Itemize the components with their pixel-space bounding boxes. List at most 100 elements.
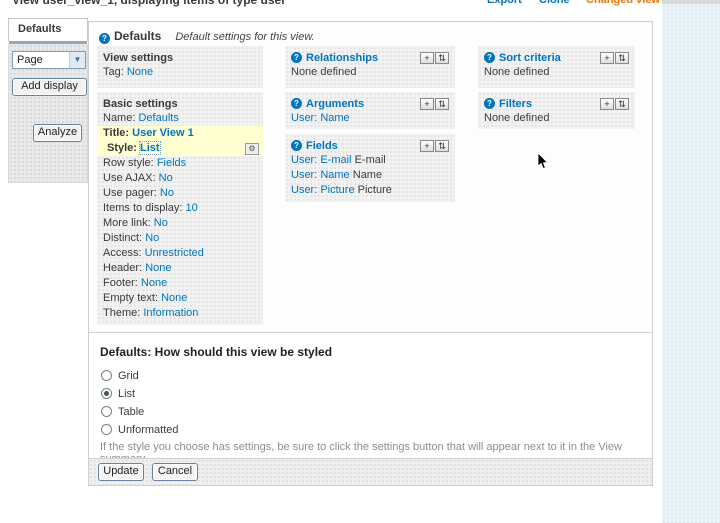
setting-value-link[interactable]: 10 [186,202,198,214]
setting-row-more-link: More link: No [103,216,257,231]
help-icon[interactable]: ? [291,98,302,109]
export-link[interactable]: Export [487,0,522,6]
add-relationship-icon[interactable]: + [420,52,434,64]
add-display-button[interactable]: Add display [12,78,87,96]
setting-row-row-style: Row style: Fields [103,156,257,171]
help-icon[interactable]: ? [291,52,302,63]
update-button[interactable]: Update [98,463,144,481]
setting-label: Name: [103,112,135,124]
setting-row-style: Style: List ⚙ [97,141,263,156]
clone-link[interactable]: Clone [539,0,570,6]
add-filter-icon[interactable]: + [600,98,614,110]
view-settings-row: Tag: None [103,65,257,80]
rearrange-arguments-icon[interactable]: ⇅ [435,98,449,110]
add-field-icon[interactable]: + [420,140,434,152]
argument-item-link[interactable]: User: Name [291,112,350,124]
filters-title-link[interactable]: Filters [499,97,532,111]
radio-circle[interactable] [101,424,112,435]
panel-title: Defaults [114,29,161,43]
field-item-suffix: Name [353,169,382,181]
field-item: User: E-mail E-mail [291,153,449,168]
rearrange-relationships-icon[interactable]: ⇅ [435,52,449,64]
radio-table[interactable]: Table [101,406,144,420]
radio-list[interactable]: List [101,388,135,402]
setting-value-link[interactable]: No [154,217,168,229]
view-settings-title: View settings [103,51,173,65]
help-icon[interactable]: ? [99,33,110,44]
basic-settings-box: Basic settings Name: Defaults Title: Use… [97,92,263,325]
setting-label: Footer: [103,277,138,289]
radio-list-label: List [118,388,135,400]
field-item-link[interactable]: User: Name [291,169,350,181]
setting-row-title: Title: User View 1 [97,126,263,141]
setting-row-header: Header: None [103,261,257,276]
setting-value-link[interactable]: No [160,187,174,199]
setting-value-link[interactable]: List [140,142,160,154]
rearrange-fields-icon[interactable]: ⇅ [435,140,449,152]
view-settings-box: View settings Tag: None [97,46,263,88]
setting-row-distinct: Distinct: No [103,231,257,246]
setting-value-link[interactable]: Information [143,307,198,319]
analyze-button[interactable]: Analyze [33,124,82,142]
radio-unformatted-label: Unformatted [118,424,179,436]
tab-defaults-label: Defaults [9,19,87,35]
form-actions: Update Cancel [89,458,652,485]
sort-criteria-box: ? Sort criteria + ⇅ None defined [478,46,635,88]
field-item-link[interactable]: User: E-mail [291,154,352,166]
setting-label: Title: [103,127,129,139]
display-type-select[interactable]: Page ▼ [12,51,86,69]
add-argument-icon[interactable]: + [420,98,434,110]
field-item-link[interactable]: User: Picture [291,184,355,196]
display-sidebar: Page ▼ Add display Analyze [8,44,88,183]
setting-label: Empty text: [103,292,158,304]
setting-value-link[interactable]: No [159,172,173,184]
help-icon[interactable]: ? [291,140,302,151]
setting-row-use-pager: Use pager: No [103,186,257,201]
setting-row-name: Name: Defaults [103,111,257,126]
display-type-selected-value: Page [17,54,43,66]
page-background-strip [662,0,720,523]
style-form-heading: Defaults: How should this view be styled [100,345,332,359]
setting-value-link[interactable]: Defaults [138,112,178,124]
panel-description: Default settings for this view. [175,31,314,43]
panel-header: ? Defaults Default settings for this view. [99,29,315,44]
tag-value-link[interactable]: None [127,66,153,78]
setting-label: Access: [103,247,142,259]
setting-value-link[interactable]: None [141,277,167,289]
tab-defaults[interactable]: Defaults [8,18,88,41]
style-settings-gear-icon[interactable]: ⚙ [245,143,259,155]
setting-value-link[interactable]: No [145,232,159,244]
setting-value-link[interactable]: User View 1 [132,127,194,139]
field-item-suffix: E-mail [355,154,386,166]
setting-value-link[interactable]: None [145,262,171,274]
arguments-title-link[interactable]: Arguments [306,97,364,111]
relationships-title-link[interactable]: Relationships [306,51,378,65]
relationships-box: ? Relationships + ⇅ None defined [285,46,455,88]
fields-title-link[interactable]: Fields [306,139,338,153]
setting-row-empty-text: Empty text: None [103,291,257,306]
field-item: User: Picture Picture [291,183,449,198]
radio-table-label: Table [118,406,144,418]
radio-unformatted[interactable]: Unformatted [101,424,179,438]
setting-value-link[interactable]: Unrestricted [145,247,204,259]
sort-criteria-title-link[interactable]: Sort criteria [499,51,561,65]
radio-circle[interactable] [101,406,112,417]
cancel-button[interactable]: Cancel [152,463,198,481]
setting-label: More link: [103,217,151,229]
fields-box: ? Fields + ⇅ User: E-mail E-mail User: N… [285,134,455,202]
help-icon[interactable]: ? [484,98,495,109]
radio-circle-selected[interactable] [101,388,112,399]
setting-value-link[interactable]: Fields [157,157,186,169]
rearrange-sorts-icon[interactable]: ⇅ [615,52,629,64]
radio-circle[interactable] [101,370,112,381]
add-sort-icon[interactable]: + [600,52,614,64]
setting-value-link[interactable]: None [161,292,187,304]
rearrange-filters-icon[interactable]: ⇅ [615,98,629,110]
page-background-strip-edge [662,0,720,4]
filters-empty-text: None defined [484,111,629,126]
help-icon[interactable]: ? [484,52,495,63]
view-title: View user_view_1, displaying items of ty… [12,0,286,7]
field-item-suffix: Picture [358,184,392,196]
radio-grid[interactable]: Grid [101,370,139,384]
setting-label: Distinct: [103,232,142,244]
